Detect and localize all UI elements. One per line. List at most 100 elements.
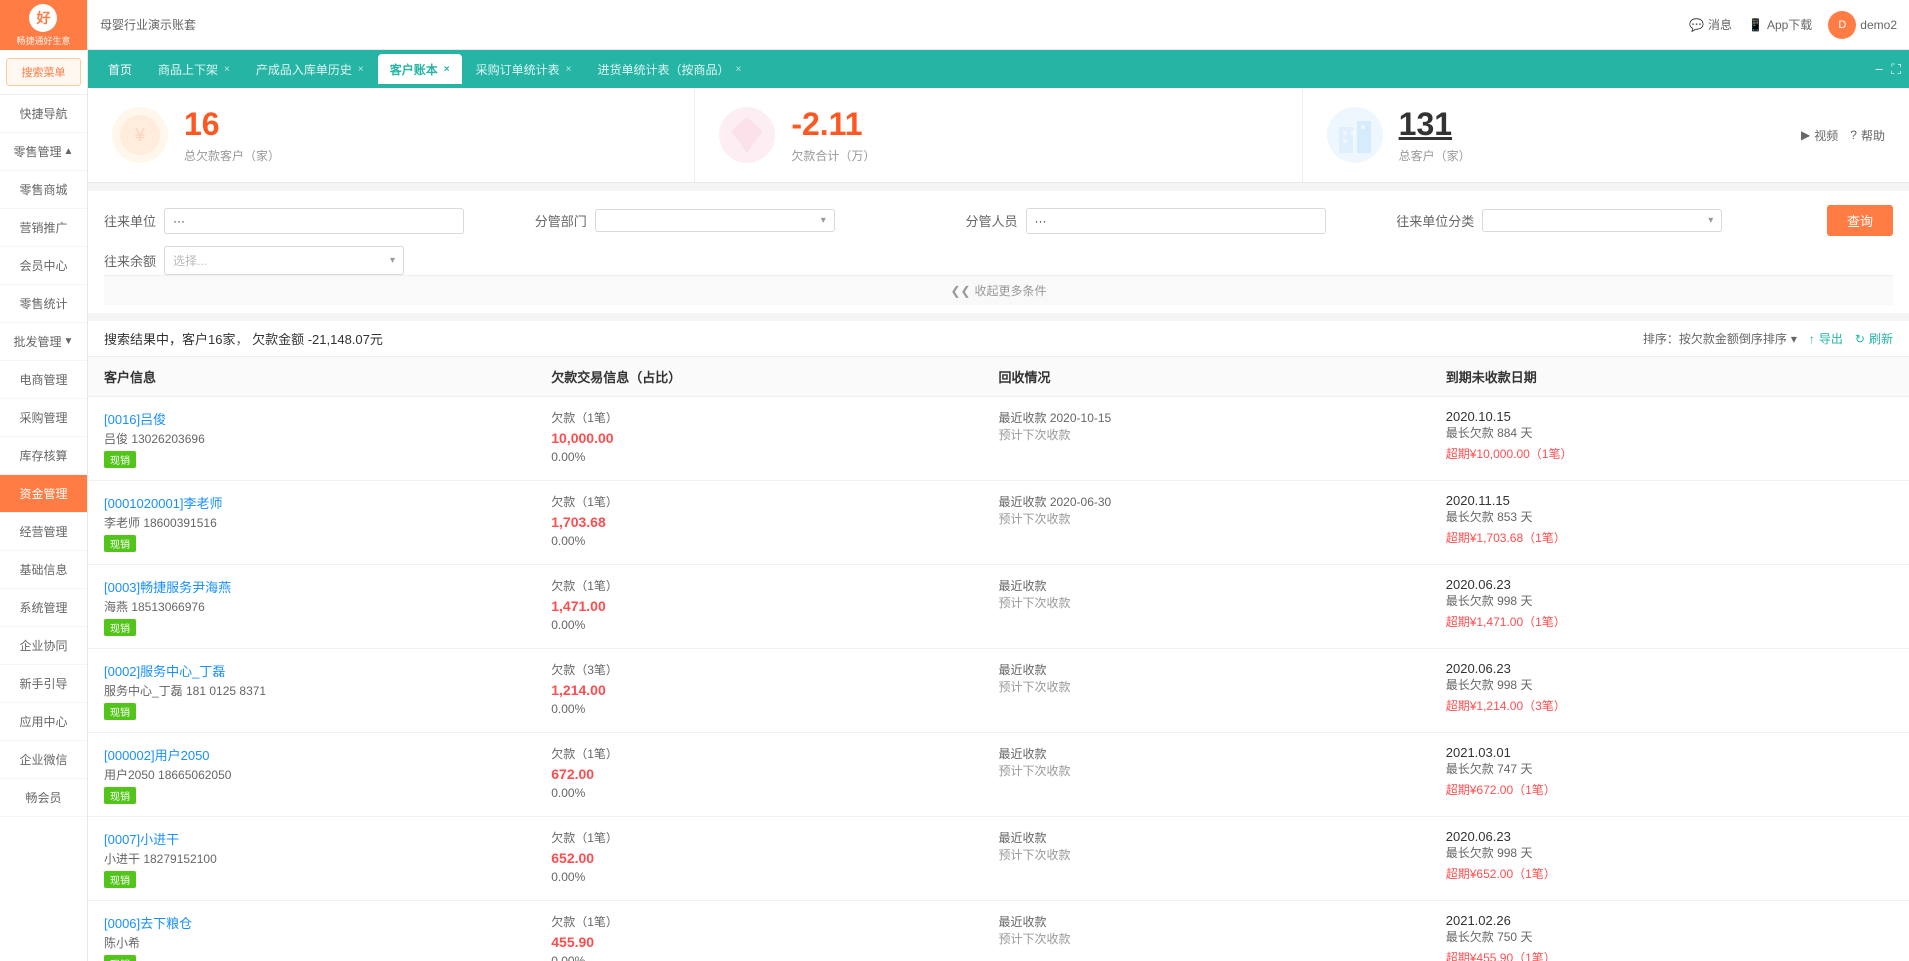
sidebar-item-13[interactable]: 系统管理 bbox=[0, 589, 87, 627]
result-summary: 搜索结果中，客户16家， 欠款金额 -21,148.07元 bbox=[104, 329, 383, 348]
last-payment-label: 最近收款 bbox=[999, 829, 1446, 846]
help-btn[interactable]: ? 帮助 bbox=[1850, 127, 1885, 144]
customer-name-link[interactable]: [0002]服务中心_丁磊 bbox=[104, 661, 551, 680]
debt-percent: 0.00% bbox=[551, 786, 998, 800]
filter-分管部门: 分管部门 ▾ bbox=[535, 209, 954, 232]
filter-input-unit[interactable]: ··· bbox=[164, 208, 464, 234]
tab-1[interactable]: 商品上下架 × bbox=[146, 54, 242, 84]
customer-name-link[interactable]: [000002]用户2050 bbox=[104, 745, 551, 764]
debt-info-cell: 欠款（1笔）10,000.000.00% bbox=[551, 409, 998, 464]
sidebar-item-12[interactable]: 基础信息 bbox=[0, 551, 87, 589]
tab-label-1: 商品上下架 bbox=[158, 61, 218, 78]
sidebar-item-3[interactable]: 营销推广 bbox=[0, 209, 87, 247]
overdue-link[interactable]: 超期¥455.90（1笔） bbox=[1446, 949, 1893, 961]
customer-tag: 现销 bbox=[104, 955, 136, 961]
customer-tag: 现销 bbox=[104, 535, 136, 552]
customer-name-link[interactable]: [0016]吕俊 bbox=[104, 409, 551, 428]
tab-close-2[interactable]: × bbox=[358, 64, 364, 75]
next-payment-label: 预计下次收款 bbox=[999, 510, 1446, 527]
last-payment-label: 最近收款 bbox=[999, 661, 1446, 678]
filter-select-balance[interactable]: 选择... ▾ bbox=[164, 246, 404, 275]
customer-name-link[interactable]: [0003]畅捷服务尹海燕 bbox=[104, 577, 551, 596]
stat-icon-money: ¥ bbox=[112, 107, 168, 163]
tab-close-1[interactable]: × bbox=[224, 64, 230, 75]
customer-tag: 现销 bbox=[104, 451, 136, 468]
customer-name-link[interactable]: [0007]小进干 bbox=[104, 829, 551, 848]
filter-input-person[interactable]: ··· bbox=[1026, 208, 1326, 234]
sidebar-search-area: 搜索菜单 bbox=[0, 50, 87, 95]
filter-label-dept: 分管部门 bbox=[535, 211, 587, 230]
overdue-link[interactable]: 超期¥1,471.00（1笔） bbox=[1446, 613, 1893, 630]
tab-label-2: 产成品入库单历史 bbox=[256, 61, 352, 78]
sidebar-item-0[interactable]: 快捷导航 bbox=[0, 95, 87, 133]
sidebar-item-4[interactable]: 会员中心 bbox=[0, 247, 87, 285]
customer-sub-info: 服务中心_丁磊 181 0125 8371 bbox=[104, 682, 551, 699]
overdue-link[interactable]: 超期¥652.00（1笔） bbox=[1446, 865, 1893, 882]
sidebar-item-15[interactable]: 新手引导 bbox=[0, 665, 87, 703]
debt-count: 欠款（1笔） bbox=[551, 913, 998, 930]
tab-5[interactable]: 进货单统计表（按商品）× bbox=[585, 54, 753, 84]
filter-unit-dots: ··· bbox=[173, 214, 185, 228]
sidebar-item-2[interactable]: 零售商城 bbox=[0, 171, 87, 209]
sidebar-item-16[interactable]: 应用中心 bbox=[0, 703, 87, 741]
filter-balance-arrow: ▾ bbox=[390, 255, 395, 266]
customer-name-link[interactable]: [0006]去下粮仓 bbox=[104, 913, 551, 932]
filter-row-1: 往来单位 ··· 分管部门 ▾ 分管人员 ··· bbox=[104, 205, 1893, 236]
table-header-row: 客户信息 欠款交易信息（占比） 回收情况 到期未收款日期 bbox=[88, 357, 1909, 397]
sidebar-item-10[interactable]: 资金管理 bbox=[0, 475, 87, 513]
sidebar-item-18[interactable]: 畅会员 bbox=[0, 779, 87, 817]
download-label: App下载 bbox=[1767, 16, 1812, 33]
tab-close-5[interactable]: × bbox=[735, 64, 741, 75]
filter-select-dept[interactable]: ▾ bbox=[595, 209, 835, 232]
filter-label-balance: 往来余额 bbox=[104, 251, 156, 270]
last-payment-label: 最近收款 2020-10-15 bbox=[999, 409, 1446, 426]
debt-total-number: -2.11 bbox=[791, 106, 1277, 143]
video-label: 视频 bbox=[1814, 127, 1838, 144]
refresh-button[interactable]: ↻ 刷新 bbox=[1855, 330, 1893, 347]
filter-select-type[interactable]: ▾ bbox=[1482, 209, 1722, 232]
download-btn[interactable]: 📱 App下载 bbox=[1748, 16, 1812, 33]
sidebar-item-14[interactable]: 企业协同 bbox=[0, 627, 87, 665]
collapse-icon: ❮❮ bbox=[950, 284, 970, 298]
tab-0[interactable]: 首页 bbox=[96, 54, 144, 84]
export-button[interactable]: ↑ 导出 bbox=[1809, 330, 1843, 347]
sort-selector[interactable]: 排序：按欠款金额倒序排序 ▾ bbox=[1643, 330, 1797, 347]
debt-amount: 455.90 bbox=[551, 934, 998, 950]
message-btn[interactable]: 💬 消息 bbox=[1689, 16, 1732, 33]
tabs-minimize-btn[interactable]: − bbox=[1875, 61, 1883, 78]
sidebar-item-8[interactable]: 采购管理 bbox=[0, 399, 87, 437]
tabs-expand-btn[interactable]: ⛶ bbox=[1891, 61, 1901, 78]
tab-2[interactable]: 产成品入库单历史 × bbox=[244, 54, 376, 84]
filter-往来余额: 往来余额 选择... ▾ bbox=[104, 246, 1893, 275]
debt-info-cell: 欠款（1笔）672.000.00% bbox=[551, 745, 998, 800]
due-date-cell: 2020.06.23最长欠款 998 天超期¥652.00（1笔） bbox=[1446, 829, 1893, 882]
sidebar-item-9[interactable]: 库存核算 bbox=[0, 437, 87, 475]
sidebar-item-11[interactable]: 经营管理 bbox=[0, 513, 87, 551]
username-label: demo2 bbox=[1860, 18, 1897, 32]
query-button[interactable]: 查询 bbox=[1827, 205, 1893, 236]
avatar-initial: D bbox=[1838, 19, 1846, 31]
tab-close-3[interactable]: × bbox=[444, 64, 450, 75]
due-days-value: 最长欠款 998 天 bbox=[1446, 844, 1893, 861]
user-menu[interactable]: D demo2 bbox=[1828, 11, 1897, 39]
tab-3[interactable]: 客户账本× bbox=[378, 54, 462, 84]
overdue-link[interactable]: 超期¥10,000.00（1笔） bbox=[1446, 445, 1893, 462]
tab-close-4[interactable]: × bbox=[566, 64, 572, 75]
customer-name-link[interactable]: [0001020001]李老师 bbox=[104, 493, 551, 512]
tab-4[interactable]: 采购订单统计表× bbox=[464, 54, 584, 84]
overdue-link[interactable]: 超期¥1,703.68（1笔） bbox=[1446, 529, 1893, 546]
overdue-link[interactable]: 超期¥1,214.00（3笔） bbox=[1446, 697, 1893, 714]
debt-percent: 0.00% bbox=[551, 702, 998, 716]
filter-balance-placeholder: 选择... bbox=[173, 252, 207, 269]
last-payment-label: 最近收款 2020-06-30 bbox=[999, 493, 1446, 510]
table-row: [0001020001]李老师李老师 18600391516现销欠款（1笔）1,… bbox=[88, 481, 1909, 565]
collapse-bar[interactable]: ❮❮ 收起更多条件 bbox=[104, 275, 1893, 305]
video-btn[interactable]: ▶ 视频 bbox=[1801, 127, 1838, 144]
sidebar-item-7[interactable]: 电商管理 bbox=[0, 361, 87, 399]
sidebar-item-6[interactable]: 批发管理▼ bbox=[0, 323, 87, 361]
sidebar-item-17[interactable]: 企业微信 bbox=[0, 741, 87, 779]
sidebar-item-1[interactable]: 零售管理▲ bbox=[0, 133, 87, 171]
search-menu-button[interactable]: 搜索菜单 bbox=[6, 58, 81, 86]
overdue-link[interactable]: 超期¥672.00（1笔） bbox=[1446, 781, 1893, 798]
sidebar-item-5[interactable]: 零售统计 bbox=[0, 285, 87, 323]
